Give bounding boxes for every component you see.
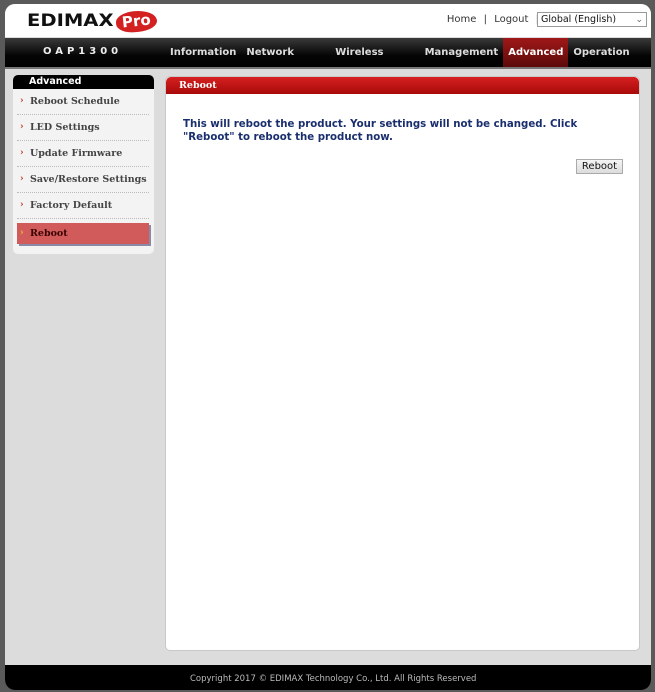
sidebar-item-label: Reboot: [30, 228, 68, 239]
app-frame: EDIMAX Pro Home | Logout | Global (Engli…: [5, 4, 651, 690]
tab-management[interactable]: Management: [420, 38, 504, 67]
footer: Copyright 2017 © EDIMAX Technology Co., …: [5, 665, 651, 690]
reboot-message: This will reboot the product. Your setti…: [183, 119, 578, 143]
home-link[interactable]: Home: [447, 14, 477, 25]
chevron-right-icon: ›: [20, 228, 24, 238]
nav-tabs: Information Network Settings Wireless Se…: [165, 38, 651, 87]
chevron-down-icon: ⌄: [635, 15, 643, 25]
sidebar-item-label: Reboot Schedule: [30, 96, 120, 107]
logout-link[interactable]: Logout: [494, 14, 528, 25]
edimax-logo: EDIMAX Pro: [27, 8, 158, 34]
chevron-right-icon: ›: [20, 174, 24, 184]
separator: |: [483, 14, 487, 25]
logo-text: EDIMAX: [27, 11, 114, 31]
main-navbar: OAP1300 Information Network Settings Wir…: [5, 38, 651, 87]
sidebar-item-update-firmware[interactable]: › Update Firmware: [17, 141, 149, 167]
reboot-button[interactable]: Reboot: [576, 159, 623, 174]
sidebar-item-label: Save/Restore Settings: [30, 174, 147, 185]
sidebar-item-label: LED Settings: [30, 122, 100, 133]
language-value: Global (English): [541, 14, 617, 25]
copyright-text: Copyright 2017 © EDIMAX Technology Co., …: [190, 674, 477, 684]
panel-title: Reboot: [166, 77, 639, 94]
sidebar-item-reboot[interactable]: › Reboot: [17, 223, 149, 244]
logo-pro-badge: Pro: [115, 8, 158, 34]
sidebar-item-save-restore[interactable]: › Save/Restore Settings: [17, 167, 149, 193]
model-name: OAP1300: [43, 46, 123, 57]
sidebar-item-reboot-schedule[interactable]: › Reboot Schedule: [17, 89, 149, 115]
sidebar-item-label: Update Firmware: [30, 148, 123, 159]
language-select[interactable]: Global (English) ⌄: [537, 12, 647, 27]
sidebar-item-factory-default[interactable]: › Factory Default: [17, 193, 149, 219]
chevron-right-icon: ›: [20, 148, 24, 158]
chevron-right-icon: ›: [20, 200, 24, 210]
tab-network-settings[interactable]: Network Settings: [241, 38, 330, 87]
reboot-panel: Reboot This will reboot the product. You…: [165, 76, 640, 651]
sidebar-item-led-settings[interactable]: › LED Settings: [17, 115, 149, 141]
tab-advanced[interactable]: Advanced: [503, 38, 569, 67]
tab-information[interactable]: Information: [165, 38, 241, 67]
chevron-right-icon: ›: [20, 96, 24, 106]
sidebar-title: Advanced: [13, 75, 154, 89]
top-links: Home | Logout |: [445, 14, 541, 25]
sidebar: Advanced › Reboot Schedule › LED Settings …: [13, 75, 154, 254]
tab-wireless-settings[interactable]: Wireless Settings: [330, 38, 419, 87]
chevron-right-icon: ›: [20, 122, 24, 132]
header: EDIMAX Pro Home | Logout | Global (Engli…: [5, 4, 651, 37]
tab-operation-mode[interactable]: Operation Mode: [568, 38, 651, 87]
sidebar-item-label: Factory Default: [30, 200, 113, 211]
